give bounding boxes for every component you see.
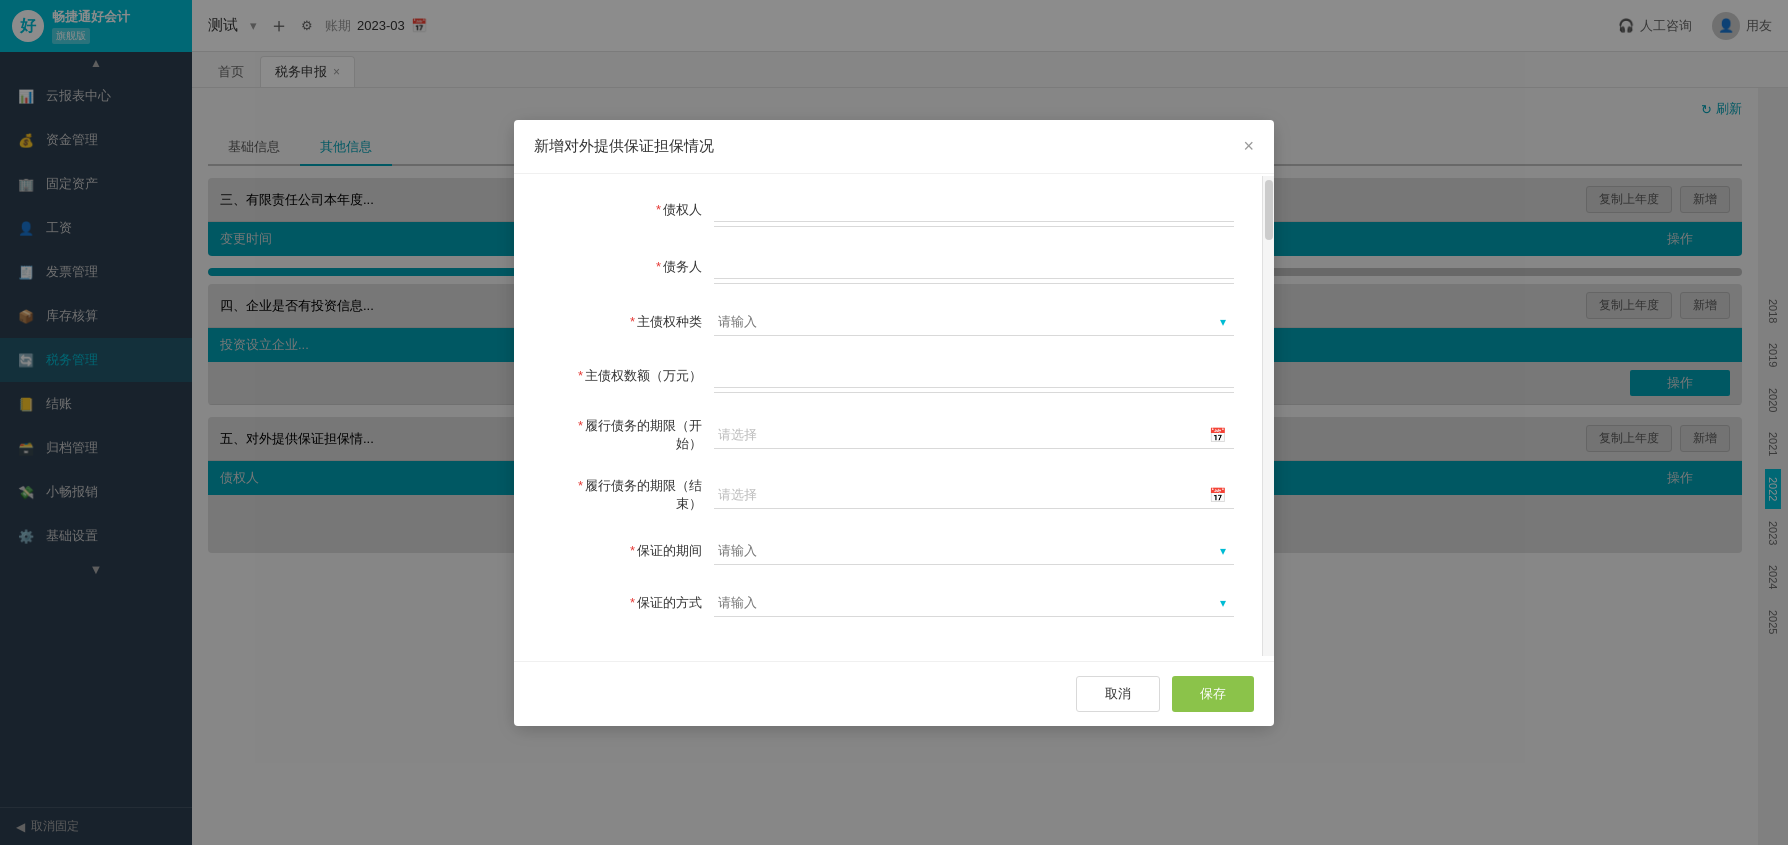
dialog-scrollbar[interactable] xyxy=(1262,176,1274,656)
cancel-button[interactable]: 取消 xyxy=(1076,676,1160,712)
form-label-debt-amount: *主债权数额（万元） xyxy=(554,367,714,385)
dialog-scrollbar-thumb xyxy=(1265,180,1273,240)
debt-type-select[interactable] xyxy=(714,308,1234,336)
dialog-header: 新增对外提供保证担保情况 × xyxy=(514,120,1274,174)
form-label-guarantee-period: *保证的期间 xyxy=(554,542,714,560)
save-button[interactable]: 保存 xyxy=(1172,676,1254,712)
modal-overlay: 新增对外提供保证担保情况 × *债权人 *债务人 xyxy=(0,0,1788,845)
form-label-period-start: *履行债务的期限（开始） xyxy=(554,417,714,453)
form-input-wrap-period-end: 📅 xyxy=(714,481,1234,509)
period-start-calendar-icon[interactable]: 📅 xyxy=(1209,427,1226,443)
dialog: 新增对外提供保证担保情况 × *债权人 *债务人 xyxy=(514,120,1274,726)
period-start-input[interactable] xyxy=(714,421,1234,449)
form-row-debtor: *债务人 xyxy=(554,251,1234,284)
form-input-wrap-creditor xyxy=(714,194,1234,227)
guarantee-period-select[interactable] xyxy=(714,537,1234,565)
dialog-footer: 取消 保存 xyxy=(514,661,1274,726)
form-input-wrap-guarantee-method: ▾ xyxy=(714,589,1234,617)
creditor-input[interactable] xyxy=(714,194,1234,222)
form-row-debt-type: *主债权种类 ▾ xyxy=(554,308,1234,336)
form-row-debt-amount: *主债权数额（万元） xyxy=(554,360,1234,393)
guarantee-method-select[interactable] xyxy=(714,589,1234,617)
form-label-debt-type: *主债权种类 xyxy=(554,313,714,331)
form-label-period-end: *履行债务的期限（结束） xyxy=(554,477,714,513)
dialog-close-button[interactable]: × xyxy=(1243,136,1254,157)
form-row-guarantee-method: *保证的方式 ▾ xyxy=(554,589,1234,617)
dialog-body: *债权人 *债务人 *主债权种类 xyxy=(514,174,1274,661)
period-end-calendar-icon[interactable]: 📅 xyxy=(1209,487,1226,503)
form-input-wrap-debtor xyxy=(714,251,1234,284)
form-input-wrap-debt-type: ▾ xyxy=(714,308,1234,336)
debtor-input[interactable] xyxy=(714,251,1234,279)
form-label-creditor: *债权人 xyxy=(554,201,714,219)
period-end-input[interactable] xyxy=(714,481,1234,509)
form-row-period-end: *履行债务的期限（结束） 📅 xyxy=(554,477,1234,513)
form-row-guarantee-period: *保证的期间 ▾ xyxy=(554,537,1234,565)
form-row-period-start: *履行债务的期限（开始） 📅 xyxy=(554,417,1234,453)
form-input-wrap-guarantee-period: ▾ xyxy=(714,537,1234,565)
form-input-wrap-period-start: 📅 xyxy=(714,421,1234,449)
dialog-title: 新增对外提供保证担保情况 xyxy=(534,137,714,156)
form-input-wrap-debt-amount xyxy=(714,360,1234,393)
form-row-creditor: *债权人 xyxy=(554,194,1234,227)
form-label-guarantee-method: *保证的方式 xyxy=(554,594,714,612)
form-label-debtor: *债务人 xyxy=(554,258,714,276)
debt-amount-input[interactable] xyxy=(714,360,1234,388)
